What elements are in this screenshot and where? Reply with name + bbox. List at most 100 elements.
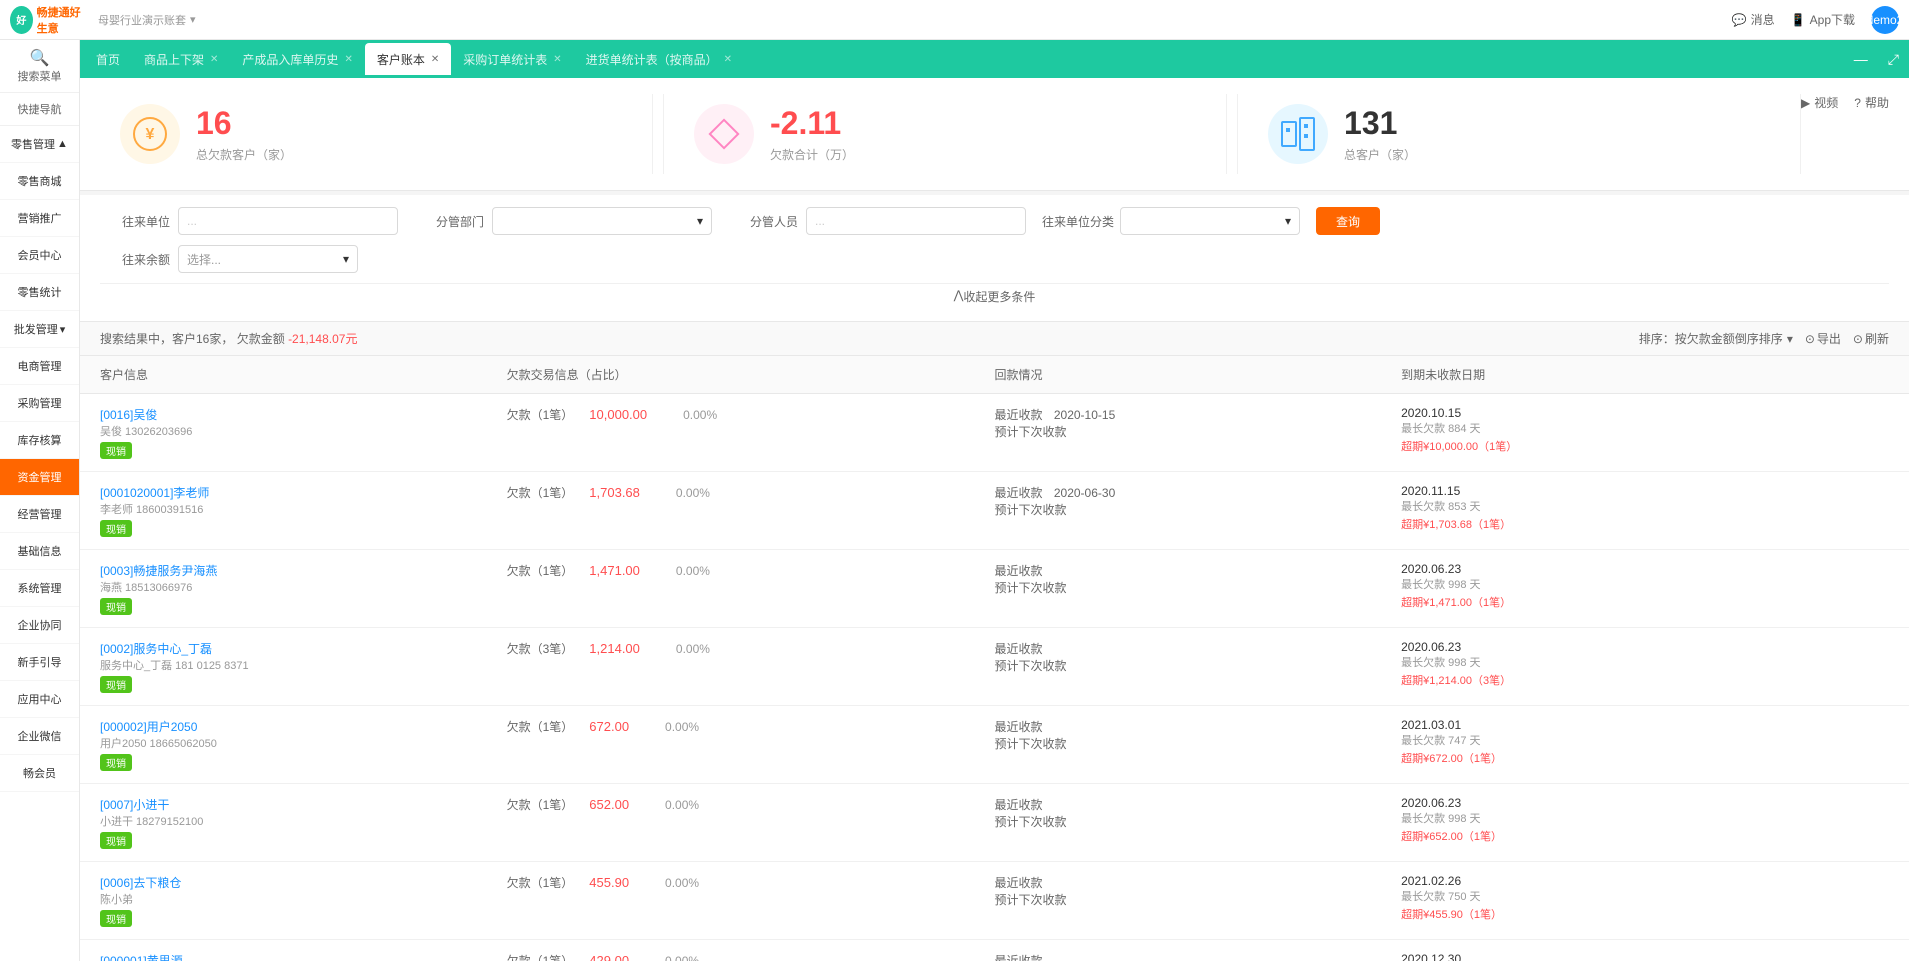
recovery-info-3: 最近收款 预计下次收款 bbox=[995, 640, 1402, 693]
logo-text: 畅捷通好生意 bbox=[37, 4, 90, 36]
table-row: [0006]去下粮仓 陈小弟 现销 欠款（1笔） 455.90 0.00% bbox=[80, 862, 1909, 940]
arrow-icon: ▲ bbox=[57, 138, 68, 150]
recovery-info-1: 最近收款 2020-06-30 预计下次收款 bbox=[995, 484, 1402, 537]
table-header: 客户信息 欠款交易信息（占比） 回款情况 到期未收款日期 bbox=[80, 356, 1909, 394]
filter-person-input[interactable]: ... bbox=[806, 207, 1026, 235]
logo-icon: 好 bbox=[10, 6, 33, 34]
debt-amount-0: 10,000.00 bbox=[589, 407, 647, 422]
filter-person-label: 分管人员 bbox=[728, 213, 798, 230]
refresh-icon: ⊙ bbox=[1853, 332, 1863, 346]
sidebar-item-ecommerce[interactable]: 电商管理 bbox=[0, 348, 79, 385]
sidebar-item-finance[interactable]: 资金管理 bbox=[0, 459, 79, 496]
customer-name-7[interactable]: [000001]黄思源 bbox=[100, 954, 183, 961]
sidebar-item-ops[interactable]: 经营管理 bbox=[0, 496, 79, 533]
user-avatar-btn[interactable]: demo2 bbox=[1871, 6, 1899, 34]
sidebar-item-stock[interactable]: 库存核算 bbox=[0, 422, 79, 459]
close-tab-product-status[interactable]: ✕ bbox=[210, 54, 218, 65]
message-btn[interactable]: 💬 消息 bbox=[1732, 11, 1775, 28]
debt-ratio-5: 0.00% bbox=[665, 798, 699, 812]
close-tab-customer-account[interactable]: ✕ bbox=[431, 54, 439, 65]
tab-purchase-stats[interactable]: 采购订单统计表 ✕ bbox=[451, 43, 573, 75]
overdue-amount-5: 超期¥652.00（1笔） bbox=[1401, 828, 1889, 844]
sidebar-item-apps[interactable]: 应用中心 bbox=[0, 681, 79, 718]
customer-name-0[interactable]: [0016]吴俊 bbox=[100, 408, 157, 422]
recent-payment-2: 最近收款 bbox=[995, 564, 1043, 578]
tab-bar: 首页 商品上下架 ✕ 产成品入库单历史 ✕ 客户账本 ✕ 采购订单统计表 ✕ bbox=[80, 40, 1909, 78]
sidebar-item-weixin[interactable]: 企业微信 bbox=[0, 718, 79, 755]
video-icon: ▶ bbox=[1801, 96, 1810, 110]
stats-row: ¥ 16 总欠款客户（家） -2.11 bbox=[80, 78, 1909, 191]
debt-amount-value: -21,148.07元 bbox=[288, 332, 357, 346]
sidebar-item-vip[interactable]: 畅会员 bbox=[0, 755, 79, 792]
sidebar-quick-nav[interactable]: 快捷导航 bbox=[0, 93, 79, 126]
customer-name-5[interactable]: [0007]小进干 bbox=[100, 798, 169, 812]
help-btn[interactable]: ? 帮助 bbox=[1854, 94, 1889, 111]
export-icon: ⊙ bbox=[1805, 332, 1815, 346]
tab-purchase-stats2[interactable]: 进货单统计表（按商品） ✕ bbox=[574, 43, 744, 75]
sidebar-item-retail-stats[interactable]: 零售统计 bbox=[0, 274, 79, 311]
sidebar-item-basic[interactable]: 基础信息 bbox=[0, 533, 79, 570]
close-tab-product-history[interactable]: ✕ bbox=[344, 54, 352, 65]
video-btn[interactable]: ▶ 视频 bbox=[1801, 94, 1838, 111]
debt-info-7: 欠款（1笔） 429.00 0.00% bbox=[507, 952, 995, 961]
sidebar-item-corp[interactable]: 企业协同 bbox=[0, 607, 79, 644]
app-download-btn[interactable]: 📱 App下载 bbox=[1791, 11, 1855, 28]
brand-name: 畅捷通好生意 bbox=[37, 4, 90, 36]
sidebar-item-purchase[interactable]: 采购管理 bbox=[0, 385, 79, 422]
debt-count-4: 欠款（1笔） bbox=[507, 718, 574, 735]
debt-count-7: 欠款（1笔） bbox=[507, 952, 574, 961]
recovery-info-2: 最近收款 预计下次收款 bbox=[995, 562, 1402, 615]
stat-card-total-customers: 131 总客户（家） bbox=[1248, 94, 1801, 174]
debt-ratio-0: 0.00% bbox=[683, 408, 717, 422]
refresh-btn[interactable]: ⊙ 刷新 bbox=[1853, 330, 1889, 347]
result-info: 搜索结果中，客户16家， 欠款金额 -21,148.07元 bbox=[100, 330, 357, 347]
table-row: [000001]黄思源 黄思源 13552700226 现销 欠款（1笔） 42… bbox=[80, 940, 1909, 961]
customer-name-6[interactable]: [0006]去下粮仓 bbox=[100, 876, 181, 890]
sort-select[interactable]: 排序：按欠款金额倒序排序 ▾ bbox=[1639, 330, 1793, 347]
sidebar-item-batch-mgmt[interactable]: 批发管理▾ bbox=[0, 311, 79, 348]
sidebar-item-retail-mall[interactable]: 零售商城 bbox=[0, 163, 79, 200]
customer-name-4[interactable]: [000002]用户2050 bbox=[100, 720, 197, 734]
filter-source-unit-label: 往来单位 bbox=[100, 213, 170, 230]
due-days-4: 最长欠款 747 天 bbox=[1401, 732, 1889, 748]
sidebar-item-system[interactable]: 系统管理 bbox=[0, 570, 79, 607]
collapse-btn[interactable]: ⋀ 收起更多条件 bbox=[100, 283, 1889, 309]
tab-product-history[interactable]: 产成品入库单历史 ✕ bbox=[230, 43, 364, 75]
tab-home[interactable]: 首页 bbox=[84, 43, 132, 75]
recent-payment-6: 最近收款 bbox=[995, 876, 1043, 890]
maximize-btn[interactable]: ⤢ bbox=[1882, 49, 1905, 70]
tab-customer-account[interactable]: 客户账本 ✕ bbox=[365, 43, 451, 75]
sidebar-search[interactable]: 🔍 搜索菜单 bbox=[0, 40, 79, 93]
close-tab-purchase-stats2[interactable]: ✕ bbox=[724, 54, 732, 65]
stat-label-total-customers: 总客户（家） bbox=[1344, 146, 1416, 163]
sidebar-item-marketing[interactable]: 营销推广 bbox=[0, 200, 79, 237]
sidebar-item-guide[interactable]: 新手引导 bbox=[0, 644, 79, 681]
filter-balance-select[interactable]: 选择... ▾ bbox=[178, 245, 358, 273]
dept-dropdown-icon: ▾ bbox=[697, 214, 703, 228]
customer-name-3[interactable]: [0002]服务中心_丁磊 bbox=[100, 642, 212, 656]
close-tab-purchase-stats[interactable]: ✕ bbox=[553, 54, 561, 65]
query-button[interactable]: 查询 bbox=[1316, 207, 1380, 235]
recovery-info-0: 最近收款 2020-10-15 预计下次收款 bbox=[995, 406, 1402, 459]
filter-unit-category: 往来单位分类 ▾ bbox=[1042, 207, 1300, 235]
due-info-1: 2020.11.15 最长欠款 853 天 超期¥1,703.68（1笔） bbox=[1401, 484, 1889, 537]
tab-product-status[interactable]: 商品上下架 ✕ bbox=[132, 43, 230, 75]
filter-source-unit-input[interactable]: ... bbox=[178, 207, 398, 235]
customer-name-1[interactable]: [0001020001]李老师 bbox=[100, 486, 209, 500]
export-btn[interactable]: ⊙ 导出 bbox=[1805, 330, 1841, 347]
filter-person: 分管人员 ... bbox=[728, 207, 1026, 235]
table-row: [0001020001]李老师 李老师 18600391516 现销 欠款（1笔… bbox=[80, 472, 1909, 550]
debt-amount-2: 1,471.00 bbox=[589, 563, 640, 578]
next-payment-1: 预计下次收款 bbox=[995, 503, 1067, 517]
filter-dept-select[interactable]: ▾ bbox=[492, 207, 712, 235]
customer-name-2[interactable]: [0003]畅捷服务尹海燕 bbox=[100, 564, 217, 578]
unit-cat-dropdown-icon: ▾ bbox=[1285, 214, 1291, 228]
due-info-2: 2020.06.23 最长欠款 998 天 超期¥1,471.00（1笔） bbox=[1401, 562, 1889, 615]
dropdown-icon[interactable]: ▾ bbox=[190, 13, 196, 26]
sidebar-item-retail-mgmt[interactable]: 零售管理▲ bbox=[0, 126, 79, 163]
filter-unit-category-select[interactable]: ▾ bbox=[1120, 207, 1300, 235]
stat-icon-amount bbox=[694, 104, 754, 164]
sidebar-item-member[interactable]: 会员中心 bbox=[0, 237, 79, 274]
minimize-btn[interactable]: — bbox=[1848, 49, 1874, 70]
debt-ratio-4: 0.00% bbox=[665, 720, 699, 734]
